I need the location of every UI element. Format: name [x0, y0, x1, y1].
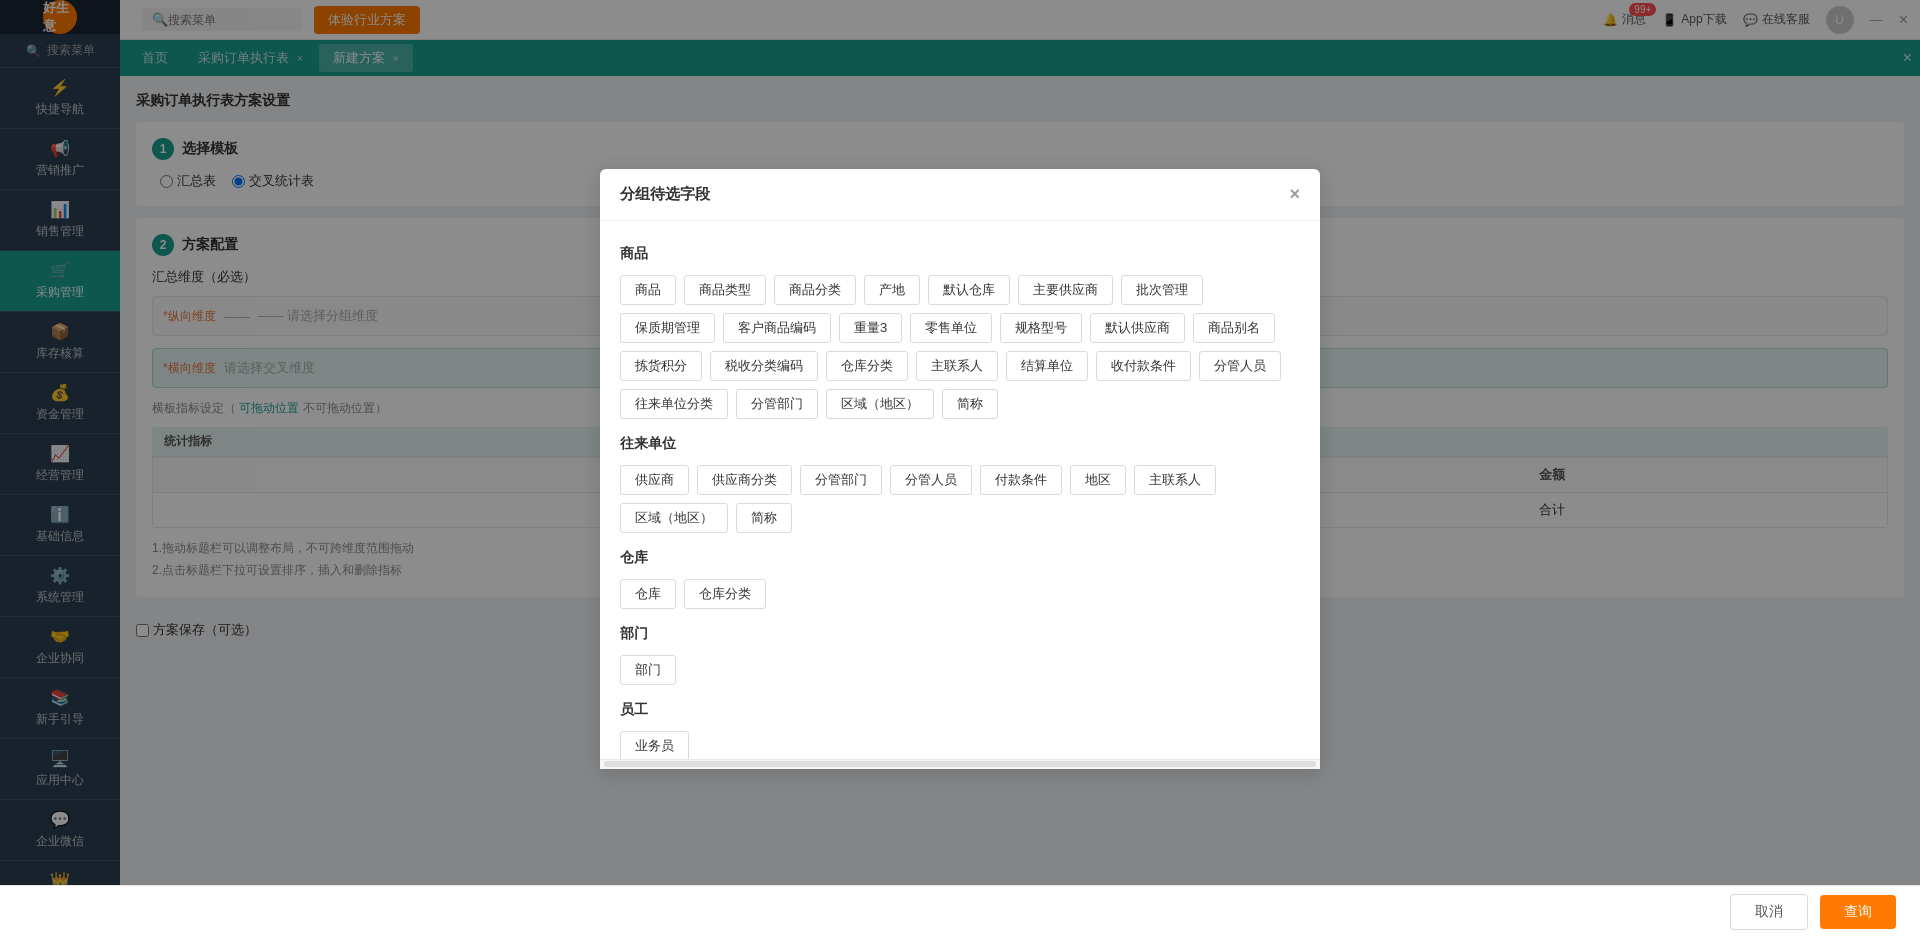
- field-tag[interactable]: 往来单位分类: [620, 389, 728, 419]
- modal-body: 商品 商品 商品类型 商品分类 产地 默认仓库 主要供应商 批次管理 保质期管理…: [600, 221, 1320, 759]
- field-tag[interactable]: 商品分类: [774, 275, 856, 305]
- bottom-action-bar: 取消 查询: [0, 885, 1920, 937]
- field-tag[interactable]: 供应商分类: [697, 465, 792, 495]
- field-tag[interactable]: 零售单位: [910, 313, 992, 343]
- field-tag[interactable]: 业务员: [620, 731, 689, 759]
- field-tag[interactable]: 默认仓库: [928, 275, 1010, 305]
- field-tag[interactable]: 分管部门: [736, 389, 818, 419]
- field-tag[interactable]: 付款条件: [980, 465, 1062, 495]
- section-title-employee: 员工: [620, 701, 1300, 719]
- fields-grid-employee: 业务员: [620, 731, 1300, 759]
- field-tag[interactable]: 供应商: [620, 465, 689, 495]
- field-tag[interactable]: 重量3: [839, 313, 902, 343]
- section-title-partner: 往来单位: [620, 435, 1300, 453]
- field-tag[interactable]: 商品: [620, 275, 676, 305]
- field-tag[interactable]: 结算单位: [1006, 351, 1088, 381]
- field-tag[interactable]: 简称: [942, 389, 998, 419]
- cancel-main-button[interactable]: 取消: [1730, 894, 1808, 930]
- field-tag[interactable]: 产地: [864, 275, 920, 305]
- field-tag[interactable]: 默认供应商: [1090, 313, 1185, 343]
- field-tag[interactable]: 仓库分类: [684, 579, 766, 609]
- fields-grid-partner: 供应商 供应商分类 分管部门 分管人员 付款条件 地区 主联系人 区域（地区） …: [620, 465, 1300, 533]
- section-title-dept: 部门: [620, 625, 1300, 643]
- field-tag[interactable]: 区域（地区）: [826, 389, 934, 419]
- field-tag[interactable]: 拣货积分: [620, 351, 702, 381]
- field-tag[interactable]: 区域（地区）: [620, 503, 728, 533]
- fields-grid-dept: 部门: [620, 655, 1300, 685]
- field-tag[interactable]: 保质期管理: [620, 313, 715, 343]
- fields-grid-product: 商品 商品类型 商品分类 产地 默认仓库 主要供应商 批次管理 保质期管理 客户…: [620, 275, 1300, 419]
- field-tag[interactable]: 分管人员: [1199, 351, 1281, 381]
- field-tag[interactable]: 简称: [736, 503, 792, 533]
- modal-overlay[interactable]: 分组待选字段 × 商品 商品 商品类型 商品分类 产地 默认仓库 主要供应商 批…: [0, 0, 1920, 937]
- fields-grid-warehouse: 仓库 仓库分类: [620, 579, 1300, 609]
- field-tag[interactable]: 批次管理: [1121, 275, 1203, 305]
- field-tag[interactable]: 主联系人: [1134, 465, 1216, 495]
- section-title-warehouse: 仓库: [620, 549, 1300, 567]
- modal-header: 分组待选字段 ×: [600, 169, 1320, 221]
- section-title-product: 商品: [620, 245, 1300, 263]
- field-tag[interactable]: 分管部门: [800, 465, 882, 495]
- field-tag[interactable]: 收付款条件: [1096, 351, 1191, 381]
- field-select-modal: 分组待选字段 × 商品 商品 商品类型 商品分类 产地 默认仓库 主要供应商 批…: [600, 169, 1320, 769]
- field-tag[interactable]: 部门: [620, 655, 676, 685]
- field-tag[interactable]: 规格型号: [1000, 313, 1082, 343]
- field-tag[interactable]: 客户商品编码: [723, 313, 831, 343]
- confirm-main-button[interactable]: 查询: [1820, 895, 1896, 929]
- modal-title: 分组待选字段: [620, 185, 710, 204]
- field-tag[interactable]: 主要供应商: [1018, 275, 1113, 305]
- field-tag[interactable]: 主联系人: [916, 351, 998, 381]
- field-tag[interactable]: 税收分类编码: [710, 351, 818, 381]
- field-tag[interactable]: 仓库: [620, 579, 676, 609]
- field-tag[interactable]: 地区: [1070, 465, 1126, 495]
- field-tag[interactable]: 仓库分类: [826, 351, 908, 381]
- modal-horizontal-scrollbar[interactable]: [600, 759, 1320, 769]
- field-tag[interactable]: 商品类型: [684, 275, 766, 305]
- field-tag[interactable]: 商品别名: [1193, 313, 1275, 343]
- modal-close-icon[interactable]: ×: [1289, 185, 1300, 203]
- field-tag[interactable]: 分管人员: [890, 465, 972, 495]
- scrollbar-track: [604, 761, 1316, 767]
